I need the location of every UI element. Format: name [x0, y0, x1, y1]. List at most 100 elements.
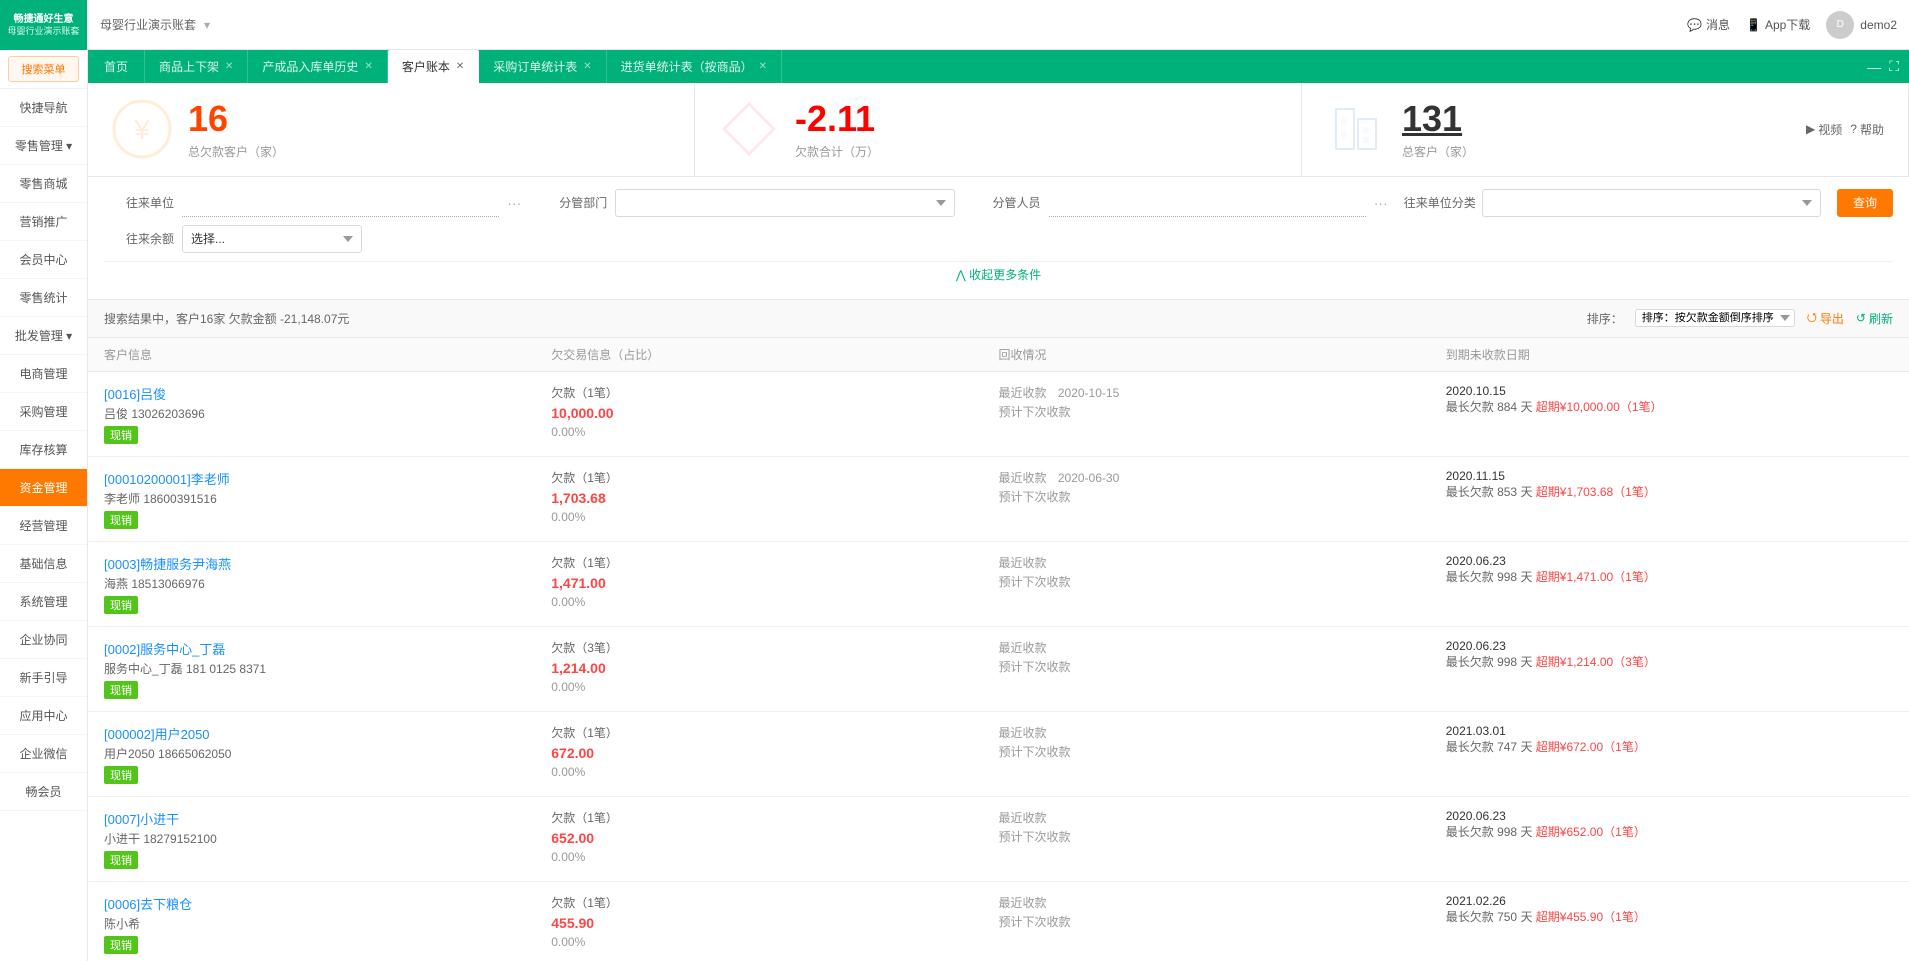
sidebar-item-8[interactable]: 采购管理 — [0, 393, 87, 431]
due-days-3: 最长欠款 998 天 超期¥1,214.00（3笔） — [1446, 653, 1893, 670]
sidebar-item-7[interactable]: 电商管理 — [0, 355, 87, 393]
refresh-label: 刷新 — [1869, 310, 1893, 327]
sidebar-item-9[interactable]: 库存核算 — [0, 431, 87, 469]
app-download-button[interactable]: 📱 App下载 — [1746, 16, 1810, 33]
sidebar-item-2[interactable]: 零售商城 — [0, 165, 87, 203]
filter-source-dots: ··· — [507, 195, 521, 211]
debt-percent-1: 0.00% — [551, 510, 998, 524]
stat-total-amount: -2.11 欠款合计（万） — [695, 83, 1302, 176]
tab-close-2[interactable]: ✕ — [364, 61, 372, 72]
logo-line1: 畅捷通好生意 — [7, 13, 79, 26]
client-name-3[interactable]: [0002]服务中心_丁磊 — [104, 639, 551, 658]
due-days-1: 最长欠款 853 天 超期¥1,703.68（1笔） — [1446, 483, 1893, 500]
main-content: 母婴行业演示账套 ▾ 💬 消息 📱 App下载 D demo2 首页商品上下架✕… — [88, 0, 1909, 961]
sidebar-item-1[interactable]: 零售管理 ▾ — [0, 127, 87, 165]
export-button[interactable]: ⭯ 导出 — [1807, 308, 1844, 329]
sidebar-item-16[interactable]: 应用中心 — [0, 697, 87, 735]
due-info-4: 2021.03.01 最长欠款 747 天 超期¥672.00（1笔） — [1446, 724, 1893, 755]
tab-close-4[interactable]: ✕ — [583, 61, 591, 72]
maximize-icon[interactable]: ⛶ — [1889, 58, 1899, 75]
client-tag-5: 现销 — [104, 851, 138, 869]
client-name-2[interactable]: [0003]畅捷服务尹海燕 — [104, 554, 551, 573]
sidebar-item-10[interactable]: 资金管理 — [0, 469, 87, 507]
user-area[interactable]: D demo2 — [1826, 11, 1897, 39]
tab-0[interactable]: 首页 — [88, 50, 145, 83]
message-button[interactable]: 💬 消息 — [1687, 16, 1730, 33]
minimize-icon[interactable]: — — [1867, 59, 1881, 75]
sidebar-item-6[interactable]: 批发管理 ▾ — [0, 317, 87, 355]
refresh-button[interactable]: ↺ 刷新 — [1856, 310, 1893, 327]
debt-info-4: 欠款（1笔） 672.00 0.00% — [551, 724, 998, 779]
debt-info-5: 欠款（1笔） 652.00 0.00% — [551, 809, 998, 864]
tab-close-1[interactable]: ✕ — [225, 61, 233, 72]
search-menu-button[interactable]: 搜索菜单 — [8, 56, 79, 82]
client-name-5[interactable]: [0007]小进干 — [104, 809, 551, 828]
client-info-1: [00010200001]李老师 李老师 18600391516 现销 — [104, 469, 551, 529]
sidebar-item-3[interactable]: 营销推广 — [0, 203, 87, 241]
topbar-right: 💬 消息 📱 App下载 D demo2 — [1687, 11, 1897, 39]
tab-4[interactable]: 采购订单统计表✕ — [479, 50, 606, 83]
sidebar-item-5[interactable]: 零售统计 — [0, 279, 87, 317]
help-link[interactable]: ? 帮助 — [1850, 121, 1884, 138]
col-header-payback: 回收情况 — [999, 346, 1446, 363]
stat-icon-diamond — [719, 99, 779, 159]
table-row: [0016]吕俊 吕俊 13026203696 现销 欠款（1笔） 10,000… — [88, 372, 1909, 457]
debt-info-2: 欠款（1笔） 1,471.00 0.00% — [551, 554, 998, 609]
client-tag-1: 现销 — [104, 511, 138, 529]
debt-amount-1: 1,703.68 — [551, 490, 998, 506]
app-icon: 📱 — [1746, 18, 1761, 32]
debt-percent-4: 0.00% — [551, 765, 998, 779]
sidebar-item-4[interactable]: 会员中心 — [0, 241, 87, 279]
payback-info-1: 最近收款 2020-06-30 预计下次收款 — [999, 469, 1446, 505]
filter-balance-select[interactable]: 选择... — [182, 225, 362, 253]
tab-close-5[interactable]: ✕ — [759, 61, 767, 72]
filter-collapse-btn[interactable]: ⋀ 收起更多条件 — [104, 261, 1893, 287]
sidebar-item-15[interactable]: 新手引导 — [0, 659, 87, 697]
debt-count-1: 欠款（1笔） — [551, 469, 998, 486]
client-tag-6: 现销 — [104, 936, 138, 954]
tab-5[interactable]: 进货单统计表（按商品）✕ — [607, 50, 782, 83]
search-button[interactable]: 查询 — [1837, 189, 1893, 217]
payback-info-3: 最近收款 预计下次收款 — [999, 639, 1446, 675]
sidebar-item-18[interactable]: 畅会员 — [0, 773, 87, 811]
due-overdue-1: 超期¥1,703.68（1笔） — [1536, 485, 1656, 499]
sidebar-item-12[interactable]: 基础信息 — [0, 545, 87, 583]
filter-dept-select[interactable] — [615, 189, 954, 217]
tab-1[interactable]: 商品上下架✕ — [145, 50, 248, 83]
client-tag-3: 现销 — [104, 681, 138, 699]
debt-count-2: 欠款（1笔） — [551, 554, 998, 571]
client-name-1[interactable]: [00010200001]李老师 — [104, 469, 551, 488]
sidebar-item-13[interactable]: 系统管理 — [0, 583, 87, 621]
filter-person-input[interactable] — [1049, 189, 1366, 217]
sidebar-item-14[interactable]: 企业协同 — [0, 621, 87, 659]
video-link[interactable]: ▶ 视频 — [1806, 121, 1842, 138]
stat-icon-building — [1326, 99, 1386, 159]
debt-amount-6: 455.90 — [551, 915, 998, 931]
client-name-0[interactable]: [0016]吕俊 — [104, 384, 551, 403]
filter-unit-type: 往来单位分类 — [1404, 189, 1821, 217]
sidebar-item-0[interactable]: 快捷导航 — [0, 89, 87, 127]
sidebar-item-11[interactable]: 经营管理 — [0, 507, 87, 545]
sort-label: 排序： — [1587, 310, 1623, 327]
col-header-client: 客户信息 — [104, 346, 551, 363]
table-row: [0002]服务中心_丁磊 服务中心_丁磊 181 0125 8371 现销 欠… — [88, 627, 1909, 712]
sort-select[interactable]: 排序：按欠款金额倒序排序 — [1635, 309, 1795, 327]
table-row: [00010200001]李老师 李老师 18600391516 现销 欠款（1… — [88, 457, 1909, 542]
client-name-4[interactable]: [000002]用户2050 — [104, 724, 551, 743]
filter-label-person: 分管人员 — [971, 194, 1041, 211]
tab-close-3[interactable]: ✕ — [456, 61, 464, 72]
topbar: 母婴行业演示账套 ▾ 💬 消息 📱 App下载 D demo2 — [88, 0, 1909, 50]
debt-count-0: 欠款（1笔） — [551, 384, 998, 401]
sidebar-item-17[interactable]: 企业微信 — [0, 735, 87, 773]
table-row: [0003]畅捷服务尹海燕 海燕 18513066976 现销 欠款（1笔） 1… — [88, 542, 1909, 627]
stat-info-total: 131 总客户（家） — [1402, 99, 1474, 160]
collapse-arrow: ⋀ — [956, 268, 966, 282]
tab-3[interactable]: 客户账本✕ — [388, 50, 479, 83]
due-info-6: 2021.02.26 最长欠款 750 天 超期¥455.90（1笔） — [1446, 894, 1893, 925]
filter-source-input[interactable] — [182, 189, 499, 217]
tab-2[interactable]: 产成品入库单历史✕ — [248, 50, 387, 83]
payback-next-6: 预计下次收款 — [999, 913, 1446, 930]
client-name-6[interactable]: [0006]去下粮仓 — [104, 894, 551, 913]
filter-unittype-select[interactable] — [1482, 189, 1821, 217]
due-date-4: 2021.03.01 — [1446, 724, 1893, 738]
